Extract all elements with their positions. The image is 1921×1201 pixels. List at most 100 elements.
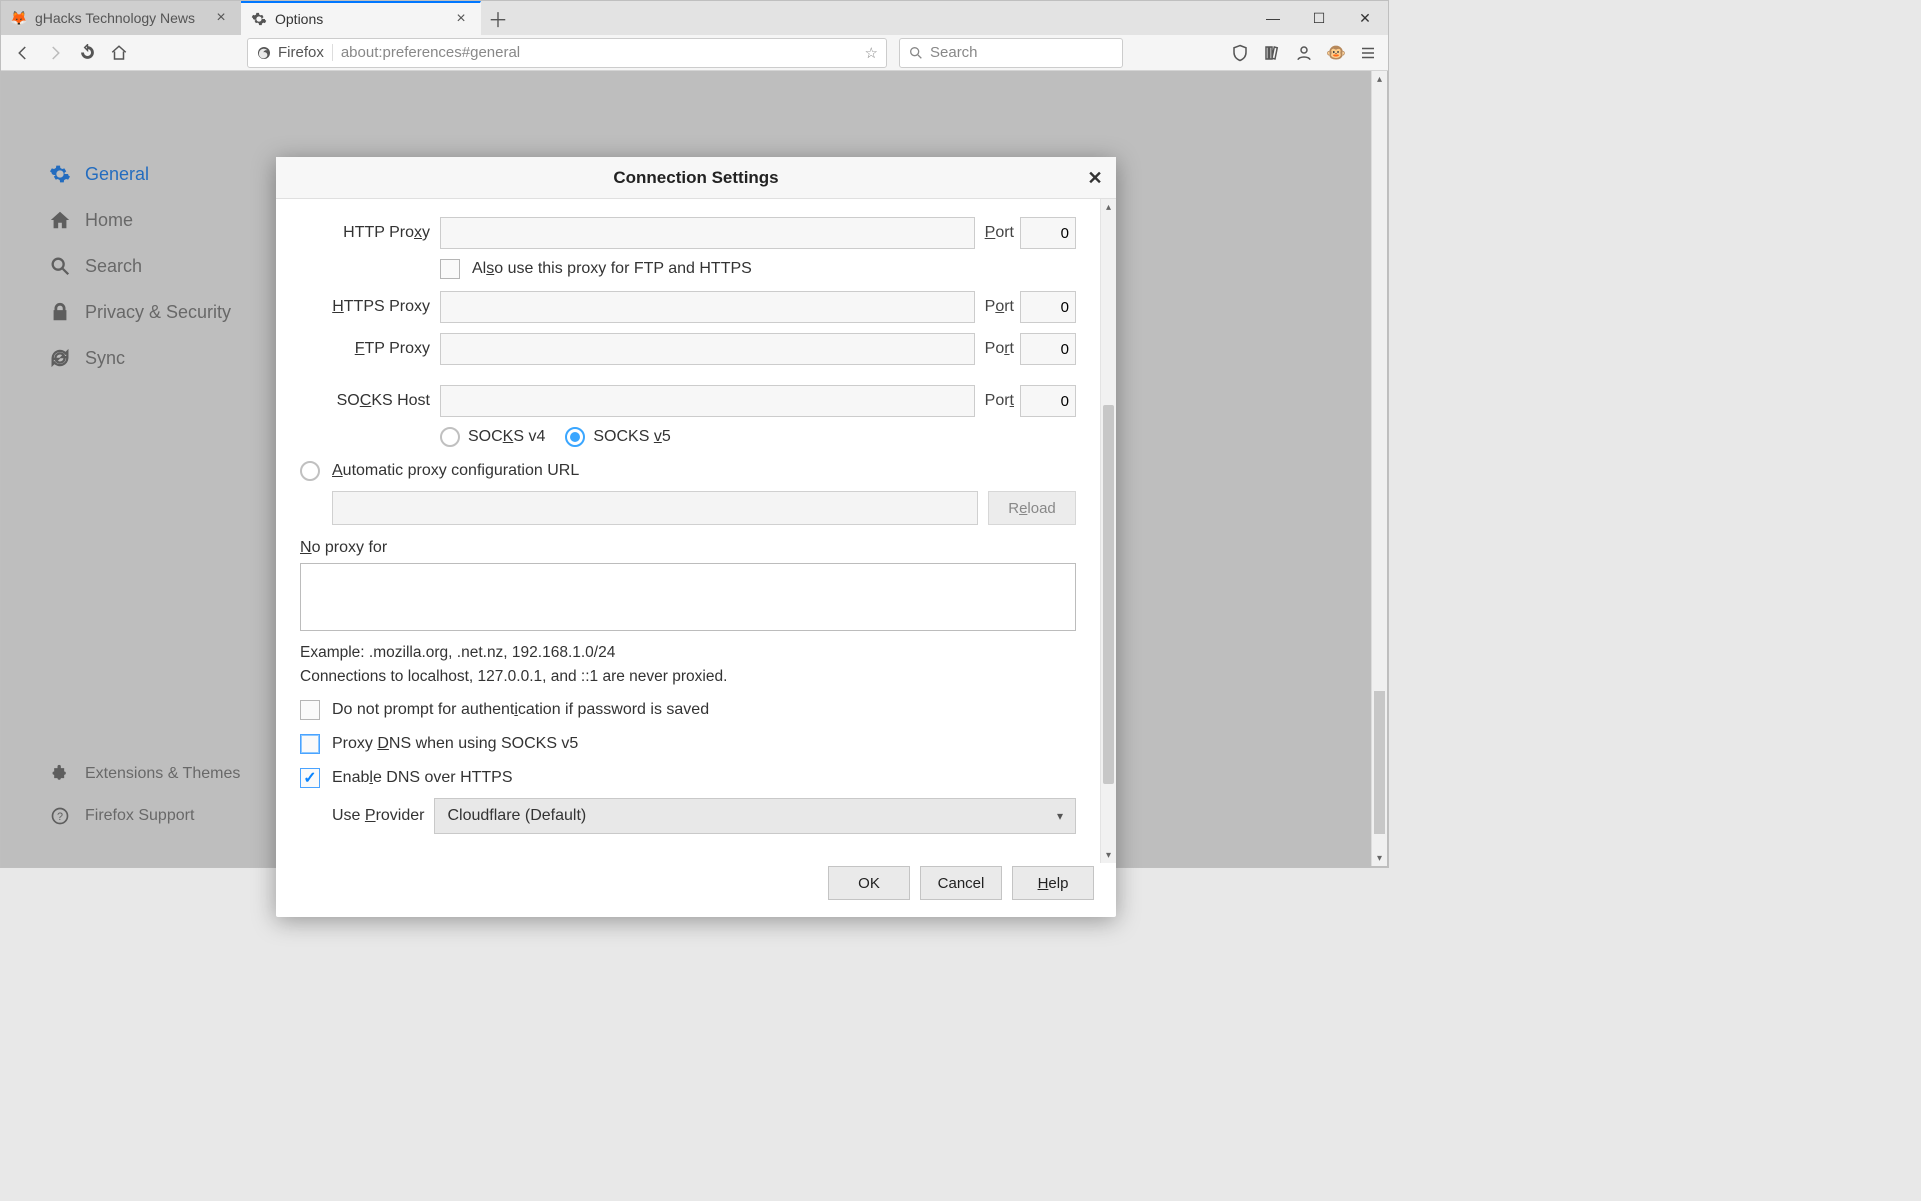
scroll-up-icon[interactable]: ▴ [1372, 71, 1387, 87]
chevron-down-icon: ▾ [1057, 809, 1063, 823]
no-proxy-textarea[interactable] [300, 563, 1076, 631]
enable-doh-label: Enable DNS over HTTPS [332, 769, 513, 787]
ftp-proxy-input[interactable] [440, 333, 975, 365]
socks-host-row: SOCKS Host Port [300, 385, 1076, 417]
radio-icon [565, 427, 585, 447]
doh-provider-dropdown[interactable]: Cloudflare (Default) ▾ [434, 798, 1076, 834]
socks-host-label: SOCKS Host [300, 392, 430, 410]
ftp-proxy-row: FTP Proxy Port [300, 333, 1076, 365]
http-proxy-label: HTTP Proxy [300, 224, 430, 242]
dialog-close-button[interactable]: ✕ [1082, 165, 1108, 191]
window-minimize[interactable]: — [1250, 1, 1296, 35]
ftp-proxy-label: FTP Proxy [300, 340, 430, 358]
enable-doh-checkbox[interactable]: ✓ [300, 768, 320, 788]
ok-button[interactable]: OK [828, 866, 910, 900]
browser-window: 🦊 gHacks Technology News × Options × ＋ —… [0, 0, 1389, 868]
tab-options[interactable]: Options × [241, 1, 481, 35]
tab-label: gHacks Technology News [35, 10, 212, 26]
page-scrollbar[interactable]: ▴ ▾ [1371, 71, 1387, 866]
no-prompt-row: Do not prompt for authentication if pass… [300, 700, 1076, 720]
scroll-down-icon[interactable]: ▾ [1372, 850, 1387, 866]
cancel-button[interactable]: Cancel [920, 866, 1002, 900]
library-icon[interactable] [1260, 41, 1284, 65]
http-proxy-row: HTTP Proxy Port [300, 217, 1076, 249]
no-proxy-example: Example: .mozilla.org, .net.nz, 192.168.… [300, 644, 1076, 662]
no-prompt-checkbox[interactable] [300, 700, 320, 720]
help-button[interactable]: Help [1012, 866, 1094, 900]
socks4-label: SOCKS v4 [468, 428, 545, 446]
port-label: Port [985, 392, 1014, 410]
dialog-header: Connection Settings ✕ [276, 157, 1116, 199]
proxy-dns-row: Proxy DNS when using SOCKS v5 [300, 734, 1076, 754]
http-proxy-input[interactable] [440, 217, 975, 249]
dialog-scroll-area: HTTP Proxy Port Also use this proxy for … [276, 199, 1100, 863]
scroll-up-icon[interactable]: ▴ [1101, 199, 1116, 215]
scroll-down-icon[interactable]: ▾ [1101, 847, 1116, 863]
search-bar[interactable]: Search [899, 38, 1123, 68]
ftp-port-input[interactable] [1020, 333, 1076, 365]
connection-settings-dialog: Connection Settings ✕ HTTP Proxy Port Al… [276, 157, 1116, 917]
window-controls: — ☐ ✕ [1250, 1, 1388, 35]
favicon-ghacks: 🦊 [11, 10, 27, 26]
socks-host-input[interactable] [440, 385, 975, 417]
account-icon[interactable] [1292, 41, 1316, 65]
proxy-dns-checkbox[interactable] [300, 734, 320, 754]
menu-icon[interactable] [1356, 41, 1380, 65]
dialog-footer: OK Cancel Help [276, 863, 1116, 917]
preferences-page: General Home Search Privacy & Security S… [1, 71, 1388, 867]
socks5-option[interactable]: SOCKS v5 [565, 427, 670, 447]
gear-icon [251, 11, 267, 27]
no-prompt-label: Do not prompt for authentication if pass… [332, 701, 709, 719]
firefox-logo-icon [256, 45, 272, 61]
window-close[interactable]: ✕ [1342, 1, 1388, 35]
socks4-option[interactable]: SOCKS v4 [440, 427, 545, 447]
url-text: about:preferences#general [341, 44, 865, 61]
scroll-thumb[interactable] [1103, 405, 1114, 784]
reload-button[interactable] [73, 39, 101, 67]
tab-label: Options [275, 11, 452, 27]
forward-button[interactable] [41, 39, 69, 67]
auto-pac-option[interactable]: Automatic proxy configuration URL [300, 461, 1076, 481]
https-proxy-input[interactable] [440, 291, 975, 323]
https-port-input[interactable] [1020, 291, 1076, 323]
extension-icon[interactable]: 🐵 [1324, 41, 1348, 65]
toolbar-right-icons: 🐵 [1228, 41, 1380, 65]
port-label: Port [985, 340, 1014, 358]
new-tab-button[interactable]: ＋ [481, 1, 515, 35]
scroll-thumb[interactable] [1374, 691, 1385, 834]
tab-close-icon[interactable]: × [452, 10, 470, 28]
back-button[interactable] [9, 39, 37, 67]
doh-provider-value: Cloudflare (Default) [447, 807, 586, 825]
share-proxy-checkbox[interactable] [440, 259, 460, 279]
radio-icon [440, 427, 460, 447]
dialog-scrollbar[interactable]: ▴ ▾ [1100, 199, 1116, 863]
home-button[interactable] [105, 39, 133, 67]
https-proxy-row: HTTPS Proxy Port [300, 291, 1076, 323]
reload-button[interactable]: Reload [988, 491, 1076, 525]
doh-provider-row: Use Provider Cloudflare (Default) ▾ [332, 798, 1076, 834]
socks5-label: SOCKS v5 [593, 428, 670, 446]
use-provider-label: Use Provider [332, 807, 424, 825]
url-bar[interactable]: Firefox about:preferences#general ☆ [247, 38, 887, 68]
pac-url-input[interactable] [332, 491, 978, 525]
tracking-protection-icon[interactable] [1228, 41, 1252, 65]
no-proxy-label: No proxy for [300, 539, 1076, 557]
http-port-input[interactable] [1020, 217, 1076, 249]
proxy-dns-label: Proxy DNS when using SOCKS v5 [332, 735, 578, 753]
tab-strip: 🦊 gHacks Technology News × Options × ＋ —… [1, 1, 1388, 35]
tab-ghacks[interactable]: 🦊 gHacks Technology News × [1, 1, 241, 35]
share-proxy-label: Also use this proxy for FTP and HTTPS [472, 260, 752, 278]
pac-url-row: Reload [332, 491, 1076, 525]
window-maximize[interactable]: ☐ [1296, 1, 1342, 35]
identity-label: Firefox [278, 44, 324, 61]
search-placeholder: Search [930, 44, 978, 61]
identity-box[interactable]: Firefox [256, 44, 333, 61]
enable-doh-row: ✓ Enable DNS over HTTPS [300, 768, 1076, 788]
bookmark-star-icon[interactable]: ☆ [865, 44, 878, 62]
socks-port-input[interactable] [1020, 385, 1076, 417]
share-proxy-row: Also use this proxy for FTP and HTTPS [440, 259, 1076, 279]
port-label: Port [985, 298, 1014, 316]
tab-close-icon[interactable]: × [212, 9, 230, 27]
auto-pac-label: Automatic proxy configuration URL [332, 462, 579, 480]
search-icon [908, 45, 924, 61]
